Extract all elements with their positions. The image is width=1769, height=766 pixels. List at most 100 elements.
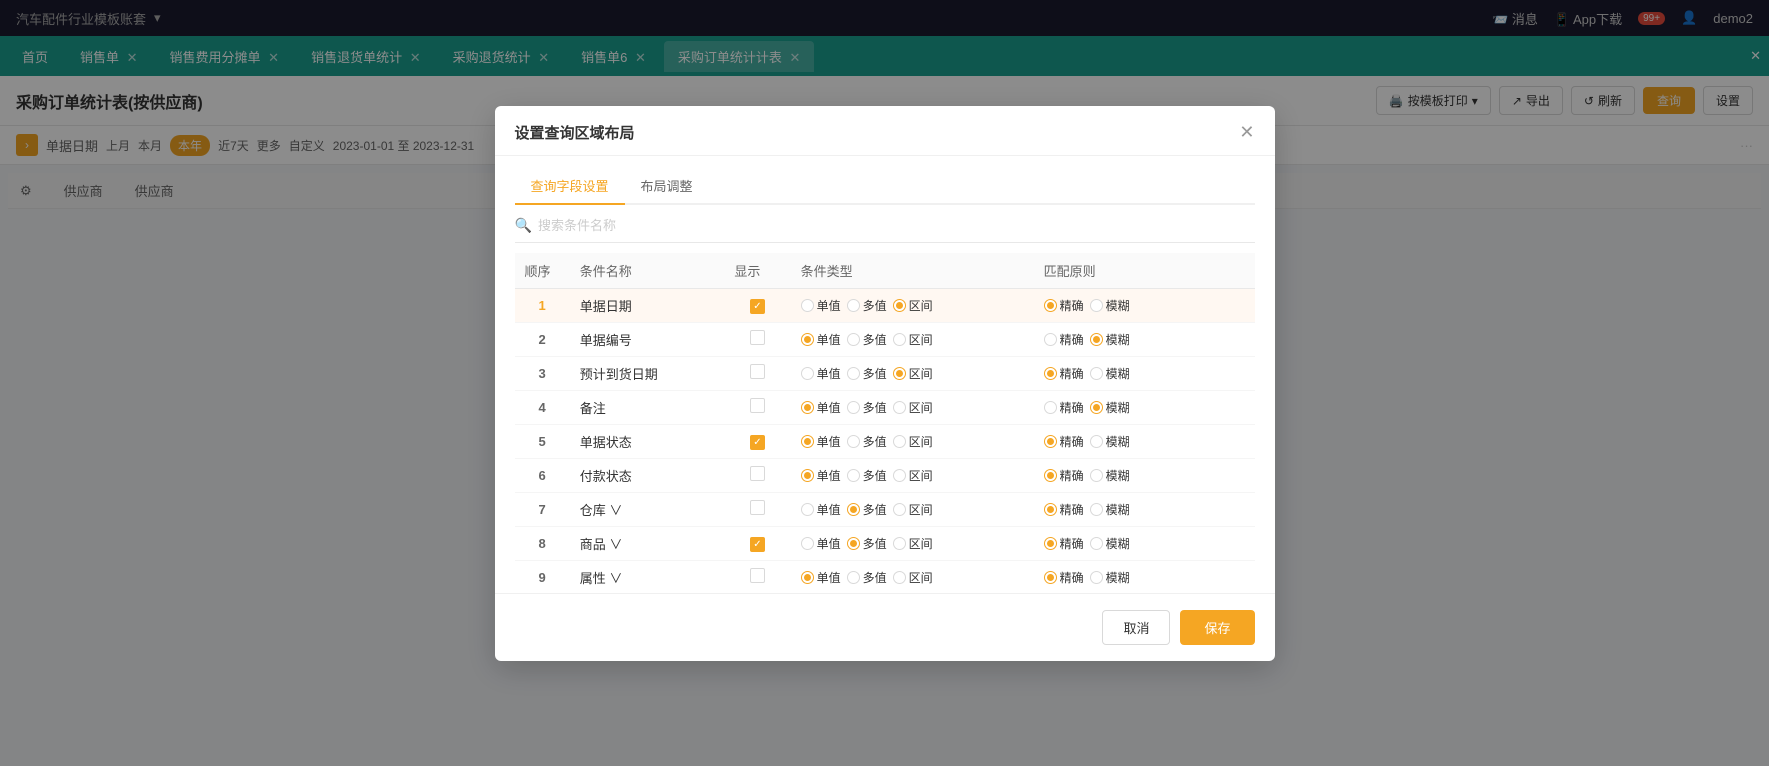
type-radio-multi[interactable]: 多值 [847, 399, 887, 416]
type-radio-multi[interactable]: 多值 [847, 467, 887, 484]
match-radio-exact[interactable]: 精确 [1044, 535, 1084, 552]
match-radio-exact[interactable]: 精确 [1044, 331, 1084, 348]
type-radio-multi[interactable]: 多值 [847, 433, 887, 450]
match-radio-exact[interactable]: 精确 [1044, 501, 1084, 518]
table-row: 1单据日期单值多值区间精确模糊 [515, 288, 1255, 322]
type-radio-single[interactable]: 单值 [801, 569, 841, 586]
match-radio-fuzzy[interactable]: 模糊 [1090, 331, 1130, 348]
type-radio-multi[interactable]: 多值 [847, 569, 887, 586]
row-match[interactable]: 精确模糊 [1034, 424, 1255, 458]
match-radio-fuzzy[interactable]: 模糊 [1090, 365, 1130, 382]
match-radio-exact[interactable]: 精确 [1044, 399, 1084, 416]
match-radio-exact[interactable]: 精确 [1044, 365, 1084, 382]
type-radio-range[interactable]: 区间 [893, 399, 933, 416]
row-match[interactable]: 精确模糊 [1034, 526, 1255, 560]
conditions-table: 顺序 条件名称 显示 条件类型 匹配原则 1单据日期单值多值区间精确模糊2单据编… [515, 253, 1255, 593]
show-checkbox[interactable] [750, 500, 765, 515]
match-radio-fuzzy[interactable]: 模糊 [1090, 467, 1130, 484]
tab-query-fields[interactable]: 查询字段设置 [515, 168, 625, 205]
show-checkbox[interactable] [750, 299, 765, 314]
row-show-checkbox[interactable] [724, 526, 790, 560]
match-radio-exact[interactable]: 精确 [1044, 467, 1084, 484]
type-radio-multi[interactable]: 多值 [847, 297, 887, 314]
row-type[interactable]: 单值多值区间 [791, 322, 1034, 356]
row-type[interactable]: 单值多值区间 [791, 390, 1034, 424]
row-match[interactable]: 精确模糊 [1034, 492, 1255, 526]
match-radio-exact[interactable]: 精确 [1044, 569, 1084, 586]
row-match[interactable]: 精确模糊 [1034, 356, 1255, 390]
type-radio-single[interactable]: 单值 [801, 433, 841, 450]
match-radio-fuzzy[interactable]: 模糊 [1090, 297, 1130, 314]
match-radio-fuzzy[interactable]: 模糊 [1090, 399, 1130, 416]
row-order: 5 [515, 424, 570, 458]
row-match[interactable]: 精确模糊 [1034, 288, 1255, 322]
type-radio-range[interactable]: 区间 [893, 433, 933, 450]
row-type[interactable]: 单值多值区间 [791, 356, 1034, 390]
row-match[interactable]: 精确模糊 [1034, 458, 1255, 492]
type-radio-single[interactable]: 单值 [801, 501, 841, 518]
row-order: 1 [515, 288, 570, 322]
row-type[interactable]: 单值多值区间 [791, 288, 1034, 322]
match-radio-exact[interactable]: 精确 [1044, 433, 1084, 450]
show-checkbox[interactable] [750, 398, 765, 413]
row-show-checkbox[interactable] [724, 390, 790, 424]
type-radio-single[interactable]: 单值 [801, 297, 841, 314]
dialog-title: 设置查询区域布局 [515, 122, 635, 143]
search-input[interactable] [538, 218, 738, 233]
show-checkbox[interactable] [750, 330, 765, 345]
type-radio-range[interactable]: 区间 [893, 569, 933, 586]
search-row: 🔍 [515, 217, 1255, 243]
type-radio-single[interactable]: 单值 [801, 535, 841, 552]
row-show-checkbox[interactable] [724, 492, 790, 526]
row-show-checkbox[interactable] [724, 424, 790, 458]
type-radio-range[interactable]: 区间 [893, 297, 933, 314]
row-order: 9 [515, 560, 570, 593]
row-match[interactable]: 精确模糊 [1034, 560, 1255, 593]
type-radio-single[interactable]: 单值 [801, 331, 841, 348]
row-type[interactable]: 单值多值区间 [791, 492, 1034, 526]
type-radio-range[interactable]: 区间 [893, 535, 933, 552]
type-radio-single[interactable]: 单值 [801, 365, 841, 382]
row-type[interactable]: 单值多值区间 [791, 458, 1034, 492]
type-radio-multi[interactable]: 多值 [847, 501, 887, 518]
type-radio-range[interactable]: 区间 [893, 365, 933, 382]
conditions-table-scroll[interactable]: 顺序 条件名称 显示 条件类型 匹配原则 1单据日期单值多值区间精确模糊2单据编… [515, 253, 1255, 593]
row-show-checkbox[interactable] [724, 458, 790, 492]
row-match[interactable]: 精确模糊 [1034, 390, 1255, 424]
table-row: 2单据编号单值多值区间精确模糊 [515, 322, 1255, 356]
row-show-checkbox[interactable] [724, 356, 790, 390]
show-checkbox[interactable] [750, 435, 765, 450]
type-radio-range[interactable]: 区间 [893, 331, 933, 348]
match-radio-fuzzy[interactable]: 模糊 [1090, 433, 1130, 450]
show-checkbox[interactable] [750, 537, 765, 552]
show-checkbox[interactable] [750, 568, 765, 583]
table-row: 6付款状态单值多值区间精确模糊 [515, 458, 1255, 492]
row-match[interactable]: 精确模糊 [1034, 322, 1255, 356]
row-condition-name: 预计到货日期 [570, 356, 725, 390]
dialog-close-button[interactable]: ✕ [1239, 123, 1254, 141]
row-show-checkbox[interactable] [724, 288, 790, 322]
type-radio-multi[interactable]: 多值 [847, 535, 887, 552]
show-checkbox[interactable] [750, 364, 765, 379]
row-type[interactable]: 单值多值区间 [791, 526, 1034, 560]
modal-overlay[interactable]: 设置查询区域布局 ✕ 查询字段设置 布局调整 🔍 [0, 0, 1769, 766]
type-radio-single[interactable]: 单值 [801, 467, 841, 484]
row-show-checkbox[interactable] [724, 322, 790, 356]
row-show-checkbox[interactable] [724, 560, 790, 593]
type-radio-single[interactable]: 单值 [801, 399, 841, 416]
row-type[interactable]: 单值多值区间 [791, 560, 1034, 593]
type-radio-range[interactable]: 区间 [893, 467, 933, 484]
type-radio-range[interactable]: 区间 [893, 501, 933, 518]
match-radio-exact[interactable]: 精确 [1044, 297, 1084, 314]
row-order: 8 [515, 526, 570, 560]
type-radio-multi[interactable]: 多值 [847, 331, 887, 348]
save-button[interactable]: 保存 [1180, 610, 1254, 645]
tab-layout[interactable]: 布局调整 [625, 168, 709, 205]
match-radio-fuzzy[interactable]: 模糊 [1090, 501, 1130, 518]
match-radio-fuzzy[interactable]: 模糊 [1090, 569, 1130, 586]
type-radio-multi[interactable]: 多值 [847, 365, 887, 382]
show-checkbox[interactable] [750, 466, 765, 481]
cancel-button[interactable]: 取消 [1102, 610, 1170, 645]
row-type[interactable]: 单值多值区间 [791, 424, 1034, 458]
match-radio-fuzzy[interactable]: 模糊 [1090, 535, 1130, 552]
